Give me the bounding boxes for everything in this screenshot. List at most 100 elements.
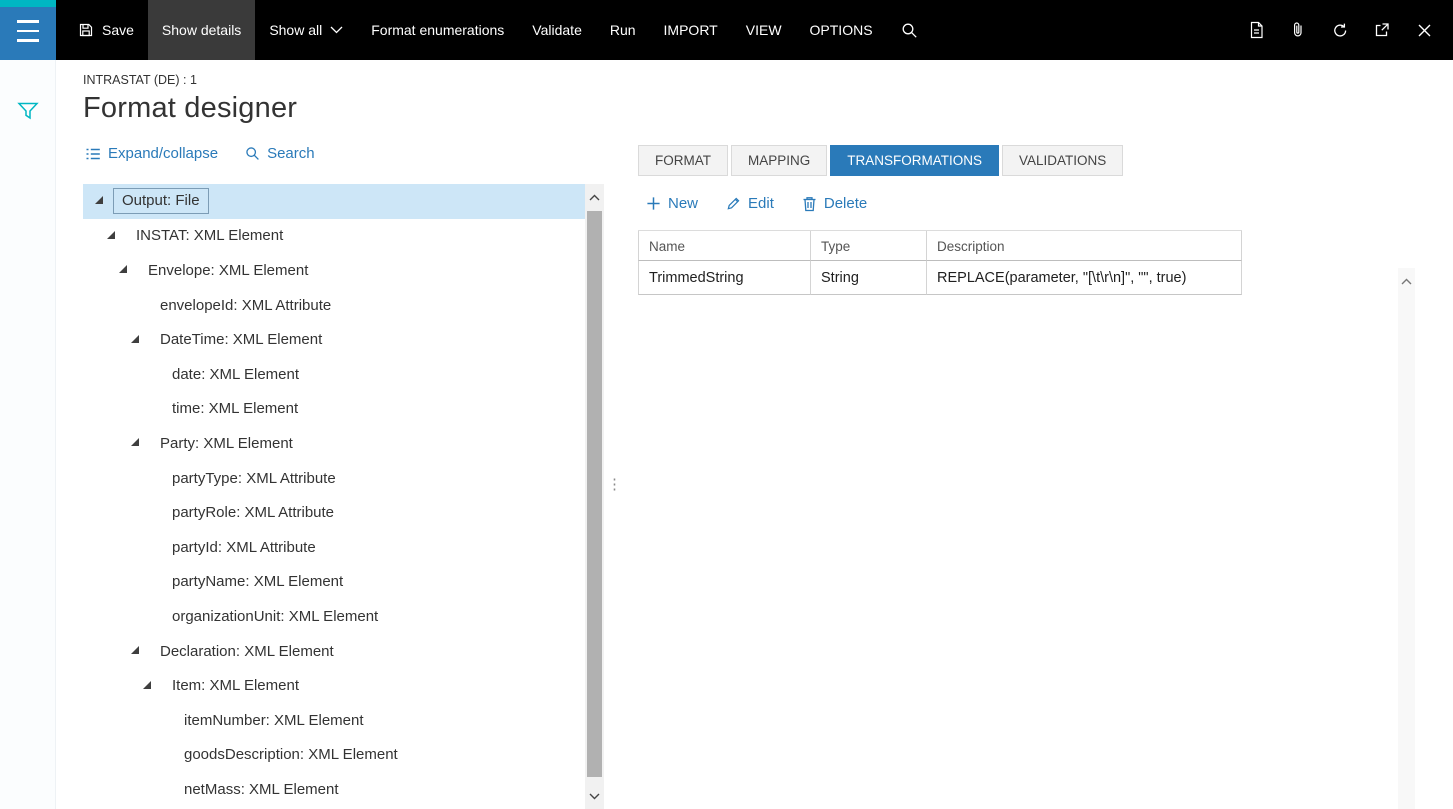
tree-item[interactable]: Output: File — [83, 184, 585, 219]
close-button[interactable] — [1403, 0, 1445, 60]
filter-icon[interactable] — [16, 101, 39, 121]
tree-item-label: time: XML Element — [172, 400, 299, 418]
tab-mapping[interactable]: MAPPING — [731, 145, 828, 176]
chevron-up-icon — [1401, 278, 1412, 284]
refresh-button[interactable] — [1319, 0, 1361, 60]
validate-button[interactable]: Validate — [518, 0, 596, 60]
action-pane: Save Show details Show all Format enumer… — [64, 0, 932, 60]
tab-transformations[interactable]: TRANSFORMATIONS — [830, 145, 1000, 176]
format-tree: Output: File INSTAT: XML Element Envelope:… — [83, 184, 585, 809]
tree-item[interactable]: envelopeId: XML Attribute — [83, 288, 585, 323]
options-menu[interactable]: OPTIONS — [796, 0, 887, 60]
view-menu[interactable]: VIEW — [732, 0, 796, 60]
popout-icon — [1375, 23, 1389, 37]
new-button[interactable]: New — [646, 195, 698, 212]
tree-item[interactable]: time: XML Element — [83, 392, 585, 427]
show-all-label: Show all — [269, 22, 323, 38]
tree-item-label: organizationUnit: XML Element — [172, 607, 379, 625]
cell-type[interactable]: String — [810, 261, 926, 295]
edit-button[interactable]: Edit — [726, 195, 774, 212]
table-header-row: Name Type Description — [638, 231, 1242, 261]
tree-item[interactable]: goodsDescription: XML Element — [83, 738, 585, 773]
column-header-type[interactable]: Type — [810, 231, 926, 261]
cell-name[interactable]: TrimmedString — [638, 261, 810, 295]
scrollbar-thumb[interactable] — [587, 211, 602, 777]
tree-item[interactable]: Item: XML Element — [83, 668, 585, 703]
tree-item[interactable]: itemNumber: XML Element — [83, 703, 585, 738]
tree-item[interactable]: partyType: XML Attribute — [83, 461, 585, 496]
tree-expander-icon[interactable] — [131, 440, 158, 446]
tree-item[interactable]: partyName: XML Element — [83, 565, 585, 600]
tree-expander-icon[interactable] — [131, 337, 158, 343]
scroll-up-button[interactable] — [1398, 268, 1415, 294]
tree-item[interactable]: netMass: XML Element — [83, 772, 585, 807]
attach-button[interactable] — [1277, 0, 1319, 60]
tree-item-label: Envelope: XML Element — [148, 261, 309, 279]
run-button[interactable]: Run — [596, 0, 650, 60]
tab-validations[interactable]: VALIDATIONS — [1002, 145, 1124, 176]
tree-expander-icon[interactable] — [143, 683, 170, 689]
column-header-description[interactable]: Description — [926, 231, 1242, 261]
new-button-label: New — [668, 195, 699, 212]
tree-expander-icon[interactable] — [107, 233, 134, 239]
column-header-name[interactable]: Name — [638, 231, 810, 261]
tree-item[interactable]: Envelope: XML Element — [83, 253, 585, 288]
table-row[interactable]: TrimmedString String REPLACE(parameter, … — [638, 261, 1242, 295]
detail-panel: FORMAT MAPPING TRANSFORMATIONS VALIDATIO… — [638, 145, 1453, 809]
tree-item[interactable]: date: XML Element — [83, 357, 585, 392]
left-navigation-rail — [0, 60, 56, 809]
cell-description[interactable]: REPLACE(parameter, "[\t\r\n]", "", true) — [926, 261, 1242, 295]
tree-item[interactable]: organizationUnit: XML Element — [83, 599, 585, 634]
popout-button[interactable] — [1361, 0, 1403, 60]
tree-list-icon — [86, 148, 100, 159]
tree-item-label: Declaration: XML Element — [160, 642, 334, 660]
save-button[interactable]: Save — [64, 0, 148, 60]
tree-item-label: Party: XML Element — [160, 434, 293, 452]
tree-search-label: Search — [267, 145, 315, 162]
close-icon — [1418, 24, 1430, 36]
refresh-icon — [1333, 23, 1346, 37]
tree-item-label: DateTime: XML Element — [160, 331, 323, 349]
hamburger-menu-button[interactable] — [0, 0, 56, 60]
tree-scrollbar[interactable] — [585, 184, 604, 809]
tree-item[interactable]: INSTAT: XML Element — [83, 219, 585, 254]
tree-item-label: netMass: XML Element — [184, 780, 339, 798]
scroll-down-button[interactable] — [585, 783, 604, 809]
detail-scrollbar[interactable] — [1398, 268, 1415, 809]
delete-button[interactable]: Delete — [802, 195, 867, 212]
transformations-table: Name Type Description TrimmedString Stri… — [638, 230, 1242, 295]
tree-search-button[interactable]: Search — [245, 145, 315, 162]
action-search-button[interactable] — [887, 0, 932, 60]
tree-item[interactable]: DateTime: XML Element — [83, 322, 585, 357]
document-button[interactable] — [1235, 0, 1277, 60]
tree-item[interactable]: Declaration: XML Element — [83, 634, 585, 669]
tree-item[interactable]: Party: XML Element — [83, 426, 585, 461]
chevron-down-icon — [589, 793, 600, 799]
tree-item-label: Output: File — [113, 188, 209, 215]
tree-item[interactable]: partyRole: XML Attribute — [83, 495, 585, 530]
scroll-up-button[interactable] — [585, 184, 604, 210]
tree-item[interactable]: partyId: XML Attribute — [83, 530, 585, 565]
show-details-label: Show details — [161, 22, 242, 38]
record-caption: INTRASTAT (DE) : 1 — [83, 73, 197, 87]
chevron-down-icon — [330, 26, 343, 34]
panel-splitter-handle[interactable]: ⋮ — [607, 477, 622, 492]
tree-expander-icon[interactable] — [119, 267, 146, 273]
show-details-button[interactable]: Show details — [147, 0, 256, 60]
search-icon — [246, 147, 259, 160]
pencil-icon — [727, 197, 740, 210]
table-body: TrimmedString String REPLACE(parameter, … — [638, 261, 1242, 295]
edit-button-label: Edit — [748, 195, 774, 212]
tree-item-label: partyRole: XML Attribute — [172, 504, 335, 522]
paperclip-icon — [1294, 22, 1302, 37]
tab-format[interactable]: FORMAT — [638, 145, 728, 176]
import-menu[interactable]: IMPORT — [650, 0, 732, 60]
show-all-dropdown[interactable]: Show all — [255, 0, 357, 60]
tree-item-label: goodsDescription: XML Element — [184, 746, 398, 764]
tree-expander-icon[interactable] — [131, 648, 158, 654]
tree-item-label: partyName: XML Element — [172, 573, 344, 591]
format-enumerations-button[interactable]: Format enumerations — [357, 0, 518, 60]
detail-tabs: FORMAT MAPPING TRANSFORMATIONS VALIDATIO… — [638, 145, 1453, 176]
trash-icon — [803, 196, 816, 211]
expand-collapse-button[interactable]: Expand/collapse — [85, 145, 218, 162]
